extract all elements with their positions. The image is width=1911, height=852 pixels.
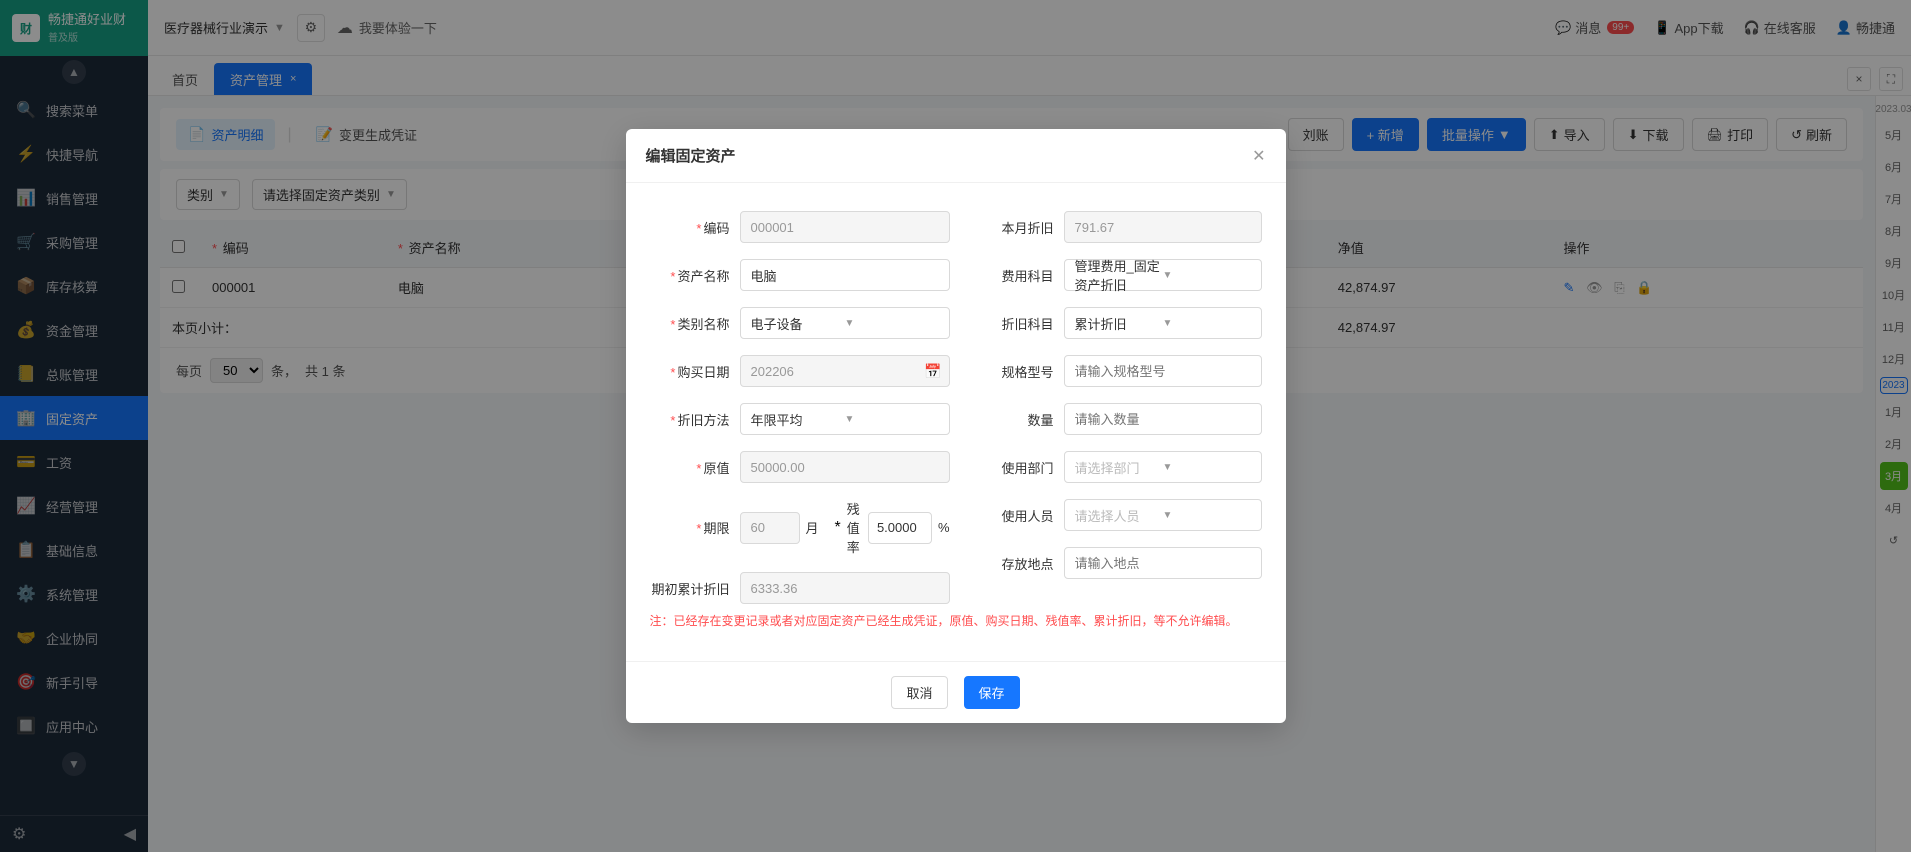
- category-label: *类别名称: [650, 314, 730, 333]
- purchase-date-label: *购买日期: [650, 362, 730, 381]
- form-row-use-person: 使用人员 请选择人员 ▼: [974, 491, 1262, 539]
- use-department-label: 使用部门: [974, 458, 1054, 477]
- form-row-code: *编码: [650, 203, 950, 251]
- use-person-select[interactable]: 请选择人员 ▼: [1064, 499, 1262, 531]
- use-person-placeholder: 请选择人员: [1075, 506, 1163, 525]
- modal-close-button[interactable]: ✕: [1252, 146, 1265, 166]
- use-department-arrow: ▼: [1163, 462, 1251, 473]
- edit-asset-modal: 编辑固定资产 ✕ *编码 *资产名称: [626, 129, 1286, 723]
- period-unit: 月: [806, 518, 819, 537]
- form-row-category: *类别名称 电子设备 ▼: [650, 299, 950, 347]
- purchase-date-input[interactable]: [740, 355, 950, 387]
- model-label: 规格型号: [974, 362, 1054, 381]
- form-row-location: 存放地点: [974, 539, 1262, 587]
- quantity-input[interactable]: [1064, 403, 1262, 435]
- depreciation-account-arrow: ▼: [1163, 318, 1251, 329]
- save-button[interactable]: 保存: [964, 676, 1020, 709]
- form-row-monthly-depreciation: 本月折旧: [974, 203, 1262, 251]
- use-person-arrow: ▼: [1163, 510, 1251, 521]
- use-department-select[interactable]: 请选择部门 ▼: [1064, 451, 1262, 483]
- code-label: *编码: [650, 218, 730, 237]
- model-input[interactable]: [1064, 355, 1262, 387]
- asset-name-label: *资产名称: [650, 266, 730, 285]
- form-row-initial-accumulated: 期初累计折旧: [650, 564, 950, 612]
- code-input[interactable]: [740, 211, 950, 243]
- modal-footer: 取消 保存: [626, 661, 1286, 723]
- category-select-value: 电子设备: [751, 314, 845, 333]
- form-row-expense-account: 费用科目 管理费用_固定资产折旧 ▼: [974, 251, 1262, 299]
- purchase-date-wrap: 📅: [740, 355, 950, 387]
- modal-note: 注：已经存在变更记录或者对应固定资产已经生成凭证，原值、购买日期、残值率、累计折…: [650, 612, 1262, 641]
- depreciation-account-value: 累计折旧: [1075, 314, 1163, 333]
- note-text: 注：已经存在变更记录或者对应固定资产已经生成凭证，原值、购买日期、残值率、累计折…: [650, 614, 1238, 628]
- expense-account-label: 费用科目: [974, 266, 1054, 285]
- residual-rate-input[interactable]: [868, 512, 932, 544]
- initial-accumulated-label: 期初累计折旧: [650, 579, 730, 598]
- form-row-original-value: *原值: [650, 443, 950, 491]
- location-label: 存放地点: [974, 554, 1054, 573]
- category-select[interactable]: 电子设备 ▼: [740, 307, 950, 339]
- cancel-button[interactable]: 取消: [891, 676, 947, 709]
- asset-name-input[interactable]: [740, 259, 950, 291]
- depreciation-method-select[interactable]: 年限平均 ▼: [740, 403, 950, 435]
- form-left-col: *编码 *资产名称 *类别名称: [650, 203, 950, 612]
- period-residual-group: 月 * 残值率 %: [740, 499, 950, 556]
- save-label: 保存: [979, 683, 1005, 702]
- depreciation-method-label: *折旧方法: [650, 410, 730, 429]
- form-row-purchase-date: *购买日期 📅: [650, 347, 950, 395]
- residual-rate-label: 残值率: [847, 499, 862, 556]
- cancel-label: 取消: [906, 683, 932, 702]
- form-right-col: 本月折旧 费用科目 管理费用_固定资产折旧 ▼: [950, 203, 1262, 612]
- use-department-placeholder: 请选择部门: [1075, 458, 1163, 477]
- form-row-asset-name: *资产名称: [650, 251, 950, 299]
- original-value-label: *原值: [650, 458, 730, 477]
- depreciation-account-select[interactable]: 累计折旧 ▼: [1064, 307, 1262, 339]
- form-row-period: *期限 月 * 残值率 %: [650, 491, 950, 564]
- modal-title: 编辑固定资产: [646, 145, 736, 166]
- category-select-arrow: ▼: [845, 318, 939, 329]
- period-label: *期限: [650, 518, 730, 537]
- depreciation-account-label: 折旧科目: [974, 314, 1054, 333]
- initial-accumulated-input[interactable]: [740, 572, 950, 604]
- residual-req-star: *: [835, 519, 841, 537]
- location-input[interactable]: [1064, 547, 1262, 579]
- monthly-depreciation-input: [1064, 211, 1262, 243]
- form-row-model: 规格型号: [974, 347, 1262, 395]
- form-grid: *编码 *资产名称 *类别名称: [650, 203, 1262, 612]
- quantity-label: 数量: [974, 410, 1054, 429]
- residual-rate-unit: %: [938, 520, 950, 535]
- form-row-use-department: 使用部门 请选择部门 ▼: [974, 443, 1262, 491]
- depreciation-method-value: 年限平均: [751, 410, 845, 429]
- depreciation-method-arrow: ▼: [845, 414, 939, 425]
- original-value-input[interactable]: [740, 451, 950, 483]
- monthly-depreciation-label: 本月折旧: [974, 218, 1054, 237]
- form-row-depreciation-method: *折旧方法 年限平均 ▼: [650, 395, 950, 443]
- form-row-depreciation-account: 折旧科目 累计折旧 ▼: [974, 299, 1262, 347]
- period-input[interactable]: [740, 512, 800, 544]
- expense-account-value: 管理费用_固定资产折旧: [1075, 256, 1163, 294]
- expense-account-arrow: ▼: [1163, 270, 1251, 281]
- expense-account-select[interactable]: 管理费用_固定资产折旧 ▼: [1064, 259, 1262, 291]
- modal-body: *编码 *资产名称 *类别名称: [626, 183, 1286, 661]
- form-row-quantity: 数量: [974, 395, 1262, 443]
- modal-header: 编辑固定资产 ✕: [626, 129, 1286, 183]
- modal-overlay: 编辑固定资产 ✕ *编码 *资产名称: [0, 0, 1911, 852]
- use-person-label: 使用人员: [974, 506, 1054, 525]
